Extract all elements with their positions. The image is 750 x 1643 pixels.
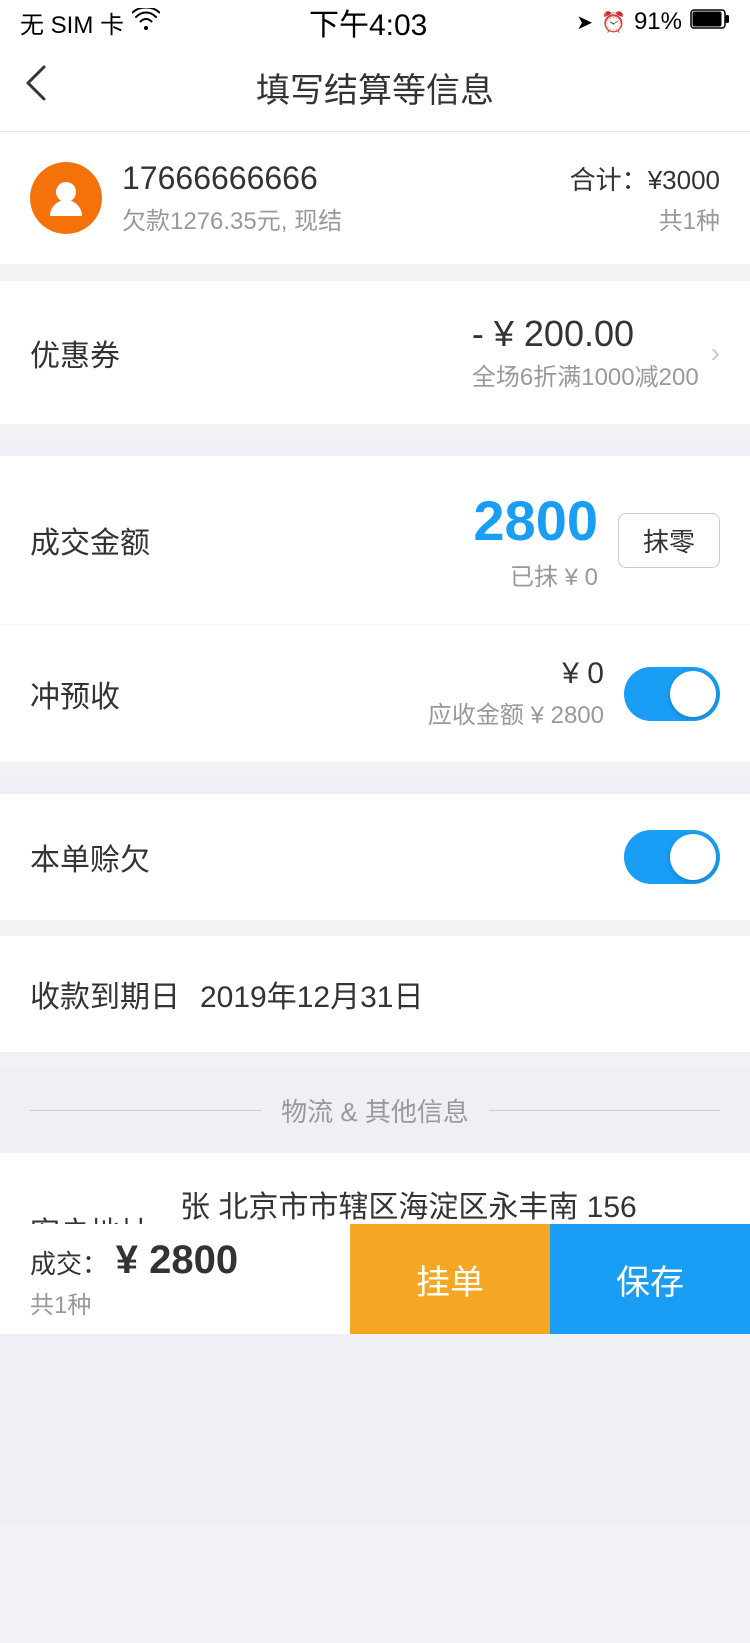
round-zero-button[interactable]: 抹零: [618, 513, 720, 568]
credit-row: 本单赊欠: [0, 794, 750, 920]
pre-collect-label: 冲预收: [30, 672, 120, 716]
divider-line-right: [489, 1110, 720, 1111]
pre-collect-sub: 应收金额 ¥ 2800: [428, 695, 604, 730]
total-label: 合计：¥3000: [570, 160, 720, 197]
status-left: 无 SIM 卡: [20, 5, 160, 40]
divider-line-left: [30, 1110, 261, 1111]
customer-phone: 17666666666: [122, 160, 342, 197]
pending-button[interactable]: 挂单: [350, 1224, 550, 1334]
coupon-row[interactable]: 优惠券 - ¥ 200.00 全场6折满1000减200 ›: [0, 280, 750, 424]
total-count: 共1种: [570, 201, 720, 236]
deal-amount: 2800: [473, 488, 598, 553]
avatar: [30, 162, 102, 234]
customer-info: 17666666666 欠款1276.35元, 现结: [122, 160, 342, 236]
sim-text: 无 SIM 卡: [20, 5, 124, 40]
bottom-count: 共1种: [30, 1285, 320, 1320]
customer-sub: 欠款1276.35元, 现结: [122, 201, 342, 236]
deal-amount-col: 2800 已抹 ¥ 0: [473, 488, 598, 592]
credit-label: 本单赊欠: [30, 835, 150, 879]
wifi-icon: [132, 8, 160, 37]
coupon-label: 优惠券: [30, 331, 120, 375]
alarm-icon: ⏰: [601, 10, 626, 35]
credit-toggle[interactable]: [624, 830, 720, 884]
nav-bar: 填写结算等信息: [0, 44, 750, 132]
location-icon: ➤: [576, 10, 593, 35]
bottom-bar: 成交： ¥ 2800 共1种 挂单 保存: [0, 1224, 750, 1334]
bottom-deal-line: 成交： ¥ 2800: [30, 1238, 320, 1283]
content: 17666666666 欠款1276.35元, 现结 合计：¥3000 共1种 …: [0, 132, 750, 1643]
bottom-deal-label: 成交：: [30, 1249, 108, 1279]
status-bar: 无 SIM 卡 下午4:03 ➤ ⏰ 91%: [0, 0, 750, 44]
bottom-summary: 成交： ¥ 2800 共1种: [0, 1238, 350, 1320]
pre-collect-values: ¥ 0 应收金额 ¥ 2800: [428, 657, 604, 730]
pre-collect-right: ¥ 0 应收金额 ¥ 2800: [120, 657, 720, 730]
pre-collect-amount: ¥ 0: [562, 657, 604, 691]
customer-right: 合计：¥3000 共1种: [570, 160, 720, 236]
deal-right: 2800 已抹 ¥ 0 抹零: [150, 488, 720, 592]
customer-left: 17666666666 欠款1276.35元, 现结: [30, 160, 342, 236]
toggle-thumb-credit: [670, 834, 716, 880]
battery-icon: [690, 8, 730, 37]
customer-card: 17666666666 欠款1276.35元, 现结 合计：¥3000 共1种: [0, 132, 750, 264]
pre-collect-toggle[interactable]: [624, 667, 720, 721]
due-date-row: 收款到期日 2019年12月31日: [0, 936, 750, 1052]
logistics-label: 物流 & 其他信息: [281, 1092, 469, 1129]
chevron-right-icon: ›: [711, 337, 720, 369]
back-button[interactable]: [24, 63, 48, 112]
section-divider-bg: [0, 440, 750, 456]
gray-bg-area: [0, 1323, 750, 1523]
toggle-thumb: [670, 671, 716, 717]
deal-label: 成交金额: [30, 518, 150, 562]
pre-collect-row: 冲预收 ¥ 0 应收金额 ¥ 2800: [0, 625, 750, 762]
coupon-right: - ¥ 200.00 全场6折满1000减200 ›: [472, 313, 720, 392]
page-title: 填写结算等信息: [256, 63, 494, 112]
due-date-label: 收款到期日: [30, 972, 180, 1016]
deal-section: 成交金额 2800 已抹 ¥ 0 抹零 冲预收 ¥ 0 应收金额 ¥ 2800: [0, 456, 750, 762]
bottom-deal-amount: ¥ 2800: [116, 1238, 238, 1282]
section-divider-bg-2: [0, 778, 750, 794]
logistics-divider: 物流 & 其他信息: [0, 1068, 750, 1153]
deal-amount-row: 成交金额 2800 已抹 ¥ 0 抹零: [0, 456, 750, 625]
save-button[interactable]: 保存: [550, 1224, 750, 1334]
coupon-value: - ¥ 200.00 全场6折满1000减200: [472, 313, 699, 392]
status-time: 下午4:03: [309, 0, 427, 44]
deal-amount-sub: 已抹 ¥ 0: [510, 557, 598, 592]
due-date-value: 2019年12月31日: [200, 972, 423, 1016]
status-right: ➤ ⏰ 91%: [576, 8, 730, 37]
battery-percent: 91%: [634, 8, 682, 36]
